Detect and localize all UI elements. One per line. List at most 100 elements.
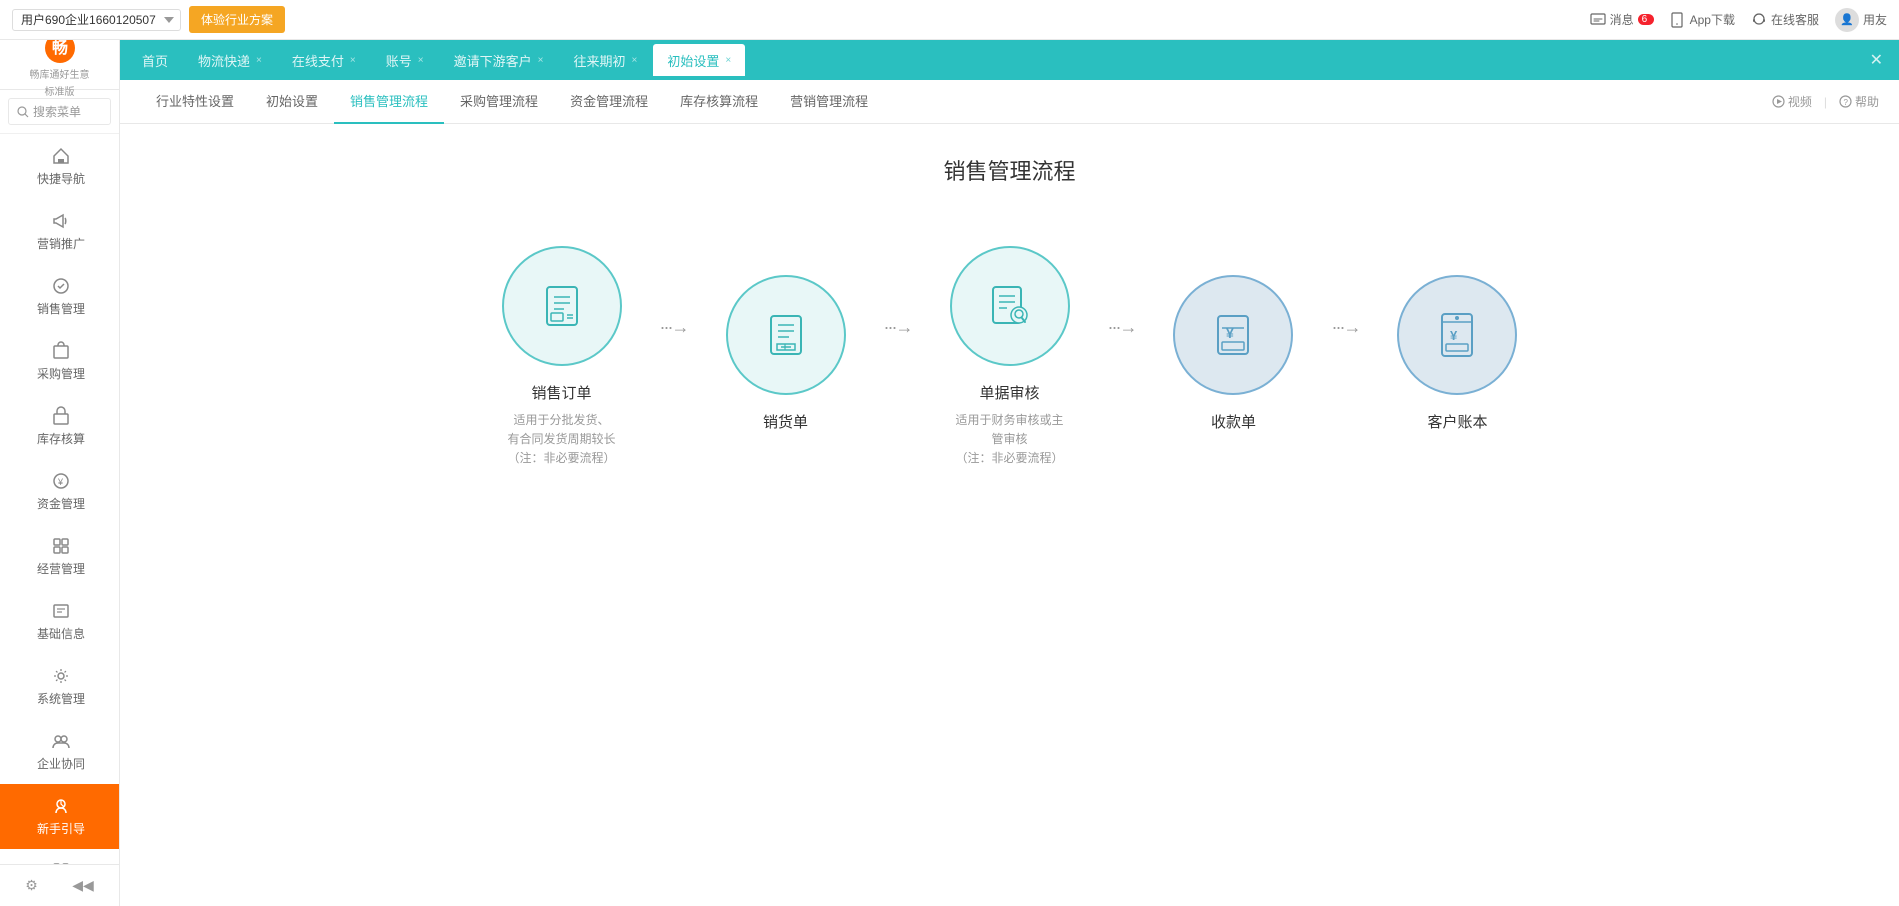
- step-name-receipt: 收款单: [1211, 411, 1256, 432]
- user-selector[interactable]: 用户690企业1660120507: [12, 9, 181, 31]
- flow-arrow-4: ···→: [1331, 317, 1359, 398]
- close-payment-icon[interactable]: ×: [350, 55, 356, 66]
- flow-step-sales-invoice[interactable]: 销货单: [696, 275, 876, 440]
- sub-tab-industry-settings[interactable]: 行业特性设置: [140, 80, 250, 124]
- flow-step-customer-ledger[interactable]: ¥ 客户账本: [1367, 275, 1547, 440]
- settings-bottom-button[interactable]: ⚙: [21, 873, 42, 898]
- sales-icon: [51, 276, 71, 296]
- flow-circle-sales-invoice: [726, 275, 846, 395]
- nav-tab-initial-setup[interactable]: 初始设置 ×: [653, 44, 745, 76]
- logo-title: 畅库通好生意: [30, 66, 90, 81]
- nav-tabs: 首页 物流快递 × 在线支付 × 账号 × 邀请下游客户 × 往来期初 ×: [120, 40, 1899, 80]
- headset-icon: [1751, 12, 1767, 28]
- avatar: 👤: [1835, 8, 1859, 32]
- sidebar-item-app-center[interactable]: 应用中心: [0, 849, 119, 864]
- invoice-icon: [761, 310, 811, 360]
- close-initial-icon[interactable]: ×: [725, 55, 731, 66]
- sidebar-item-purchase-mgmt[interactable]: 采购管理: [0, 329, 119, 394]
- guide-icon: [51, 796, 71, 816]
- finance-icon: ¥: [51, 471, 71, 491]
- content-area: 首页 物流快递 × 在线支付 × 账号 × 邀请下游客户 × 往来期初 ×: [120, 40, 1899, 906]
- sidebar-item-system[interactable]: 系统管理: [0, 654, 119, 719]
- sub-tabs-left: 行业特性设置 初始设置 销售管理流程 采购管理流程 资金管理流程: [140, 80, 884, 124]
- close-logistics-icon[interactable]: ×: [256, 55, 262, 66]
- sidebar-item-sales-mgmt[interactable]: 销售管理: [0, 264, 119, 329]
- online-service-btn[interactable]: 在线客服: [1751, 11, 1819, 28]
- flow-arrow-3: ···→: [1108, 317, 1136, 398]
- close-invite-icon[interactable]: ×: [538, 55, 544, 66]
- step-desc-sales-order: 适用于分批发货、 有合同发货周期较长 （注：非必要流程）: [508, 411, 616, 469]
- nav-tab-invite-customer[interactable]: 邀请下游客户 ×: [440, 44, 558, 76]
- video-help-btn[interactable]: 视频: [1772, 93, 1812, 110]
- sub-tab-purchase-flow[interactable]: 采购管理流程: [444, 80, 554, 124]
- step-desc-doc-review: 适用于财务审核或主 管审核 （注：非必要流程）: [955, 411, 1063, 469]
- app-download-label: App下载: [1690, 11, 1735, 28]
- sidebar: 畅 畅库通好生意 标准版 搜索菜单 快捷导航 营销推广 销售: [0, 40, 120, 906]
- flow-arrow-1: ···→: [660, 317, 688, 398]
- order-icon: [537, 281, 587, 331]
- flow-step-doc-review[interactable]: 单据审核 适用于财务审核或主 管审核 （注：非必要流程）: [920, 246, 1100, 469]
- close-account-icon[interactable]: ×: [418, 55, 424, 66]
- flow-container: 销售管理流程: [120, 124, 1899, 906]
- step-name-doc-review: 单据审核: [979, 382, 1039, 403]
- top-bar-right: 消息 6 App下载 在线客服 👤 用友: [1590, 8, 1887, 32]
- message-label: 消息: [1610, 11, 1634, 28]
- sidebar-item-enterprise-collab[interactable]: 企业协同: [0, 719, 119, 784]
- nav-tab-account[interactable]: 账号 ×: [372, 44, 438, 76]
- svg-text:畅: 畅: [52, 40, 68, 57]
- sidebar-item-newbie-guide[interactable]: 新手引导: [0, 784, 119, 849]
- logo-icon: 畅: [44, 40, 76, 64]
- svg-text:?: ?: [1843, 98, 1848, 107]
- collapse-button[interactable]: ◀◀: [68, 873, 98, 898]
- sidebar-item-quick-nav[interactable]: 快捷导航: [0, 134, 119, 199]
- close-all-tabs-button[interactable]: ✕: [1862, 46, 1891, 74]
- sub-tab-capital-flow[interactable]: 资金管理流程: [554, 80, 664, 124]
- nav-tab-home[interactable]: 首页: [128, 44, 182, 76]
- sidebar-logo: 畅 畅库通好生意 标准版: [0, 40, 119, 90]
- sub-tabs-right: 视频 | ? 帮助: [1772, 93, 1879, 110]
- purchase-icon: [51, 341, 71, 361]
- video-icon: [1772, 95, 1785, 108]
- sidebar-item-finance[interactable]: ¥ 资金管理: [0, 459, 119, 524]
- svg-text:¥: ¥: [1450, 328, 1458, 343]
- sidebar-item-operation[interactable]: 经营管理: [0, 524, 119, 589]
- message-badge: 6: [1638, 14, 1654, 25]
- sub-tab-initial-setup[interactable]: 初始设置: [250, 80, 334, 124]
- message-icon: [1590, 12, 1606, 28]
- nav-tab-logistics[interactable]: 物流快递 ×: [184, 44, 276, 76]
- flow-circle-doc-review: [950, 246, 1070, 366]
- sub-tab-sales-flow[interactable]: 销售管理流程: [334, 80, 444, 124]
- sidebar-search-button[interactable]: 搜索菜单: [8, 98, 111, 125]
- app-download-btn[interactable]: App下载: [1670, 11, 1735, 28]
- top-bar: 用户690企业1660120507 体验行业方案 消息 6 App下载 在线客服…: [0, 0, 1899, 40]
- nav-tab-period-init[interactable]: 往来期初 ×: [559, 44, 651, 76]
- megaphone-icon: [51, 211, 71, 231]
- sidebar-item-inventory[interactable]: 库存核算: [0, 394, 119, 459]
- flow-circle-sales-order: [502, 246, 622, 366]
- close-period-icon[interactable]: ×: [631, 55, 637, 66]
- experience-button[interactable]: 体验行业方案: [189, 6, 285, 33]
- sidebar-item-marketing-promo[interactable]: 营销推广: [0, 199, 119, 264]
- logo-box: 畅 畅库通好生意 标准版: [30, 40, 90, 98]
- top-bar-left: 用户690企业1660120507 体验行业方案: [12, 6, 285, 33]
- divider: |: [1824, 95, 1827, 109]
- flow-step-receipt[interactable]: ¥ 收款单: [1143, 275, 1323, 440]
- flow-circle-customer-ledger: ¥: [1397, 275, 1517, 395]
- review-icon: [985, 281, 1035, 331]
- sidebar-bottom: ⚙ ◀◀: [0, 864, 119, 906]
- user-avatar-btn[interactable]: 👤 用友: [1835, 8, 1887, 32]
- step-name-sales-invoice: 销货单: [763, 411, 808, 432]
- ledger-icon: ¥: [1432, 310, 1482, 360]
- operation-icon: [51, 536, 71, 556]
- sub-tab-inventory-flow[interactable]: 库存核算流程: [664, 80, 774, 124]
- help-btn[interactable]: ? 帮助: [1839, 93, 1879, 110]
- search-icon: [17, 106, 29, 118]
- flow-arrow-2: ···→: [884, 317, 912, 398]
- sidebar-item-basic-info[interactable]: 基础信息: [0, 589, 119, 654]
- flow-step-sales-order[interactable]: 销售订单 适用于分批发货、 有合同发货周期较长 （注：非必要流程）: [472, 246, 652, 469]
- step-name-sales-order: 销售订单: [532, 382, 592, 403]
- step-name-customer-ledger: 客户账本: [1427, 411, 1487, 432]
- sub-tab-marketing-flow[interactable]: 营销管理流程: [774, 80, 884, 124]
- nav-tab-payment[interactable]: 在线支付 ×: [278, 44, 370, 76]
- message-btn[interactable]: 消息 6: [1590, 11, 1654, 28]
